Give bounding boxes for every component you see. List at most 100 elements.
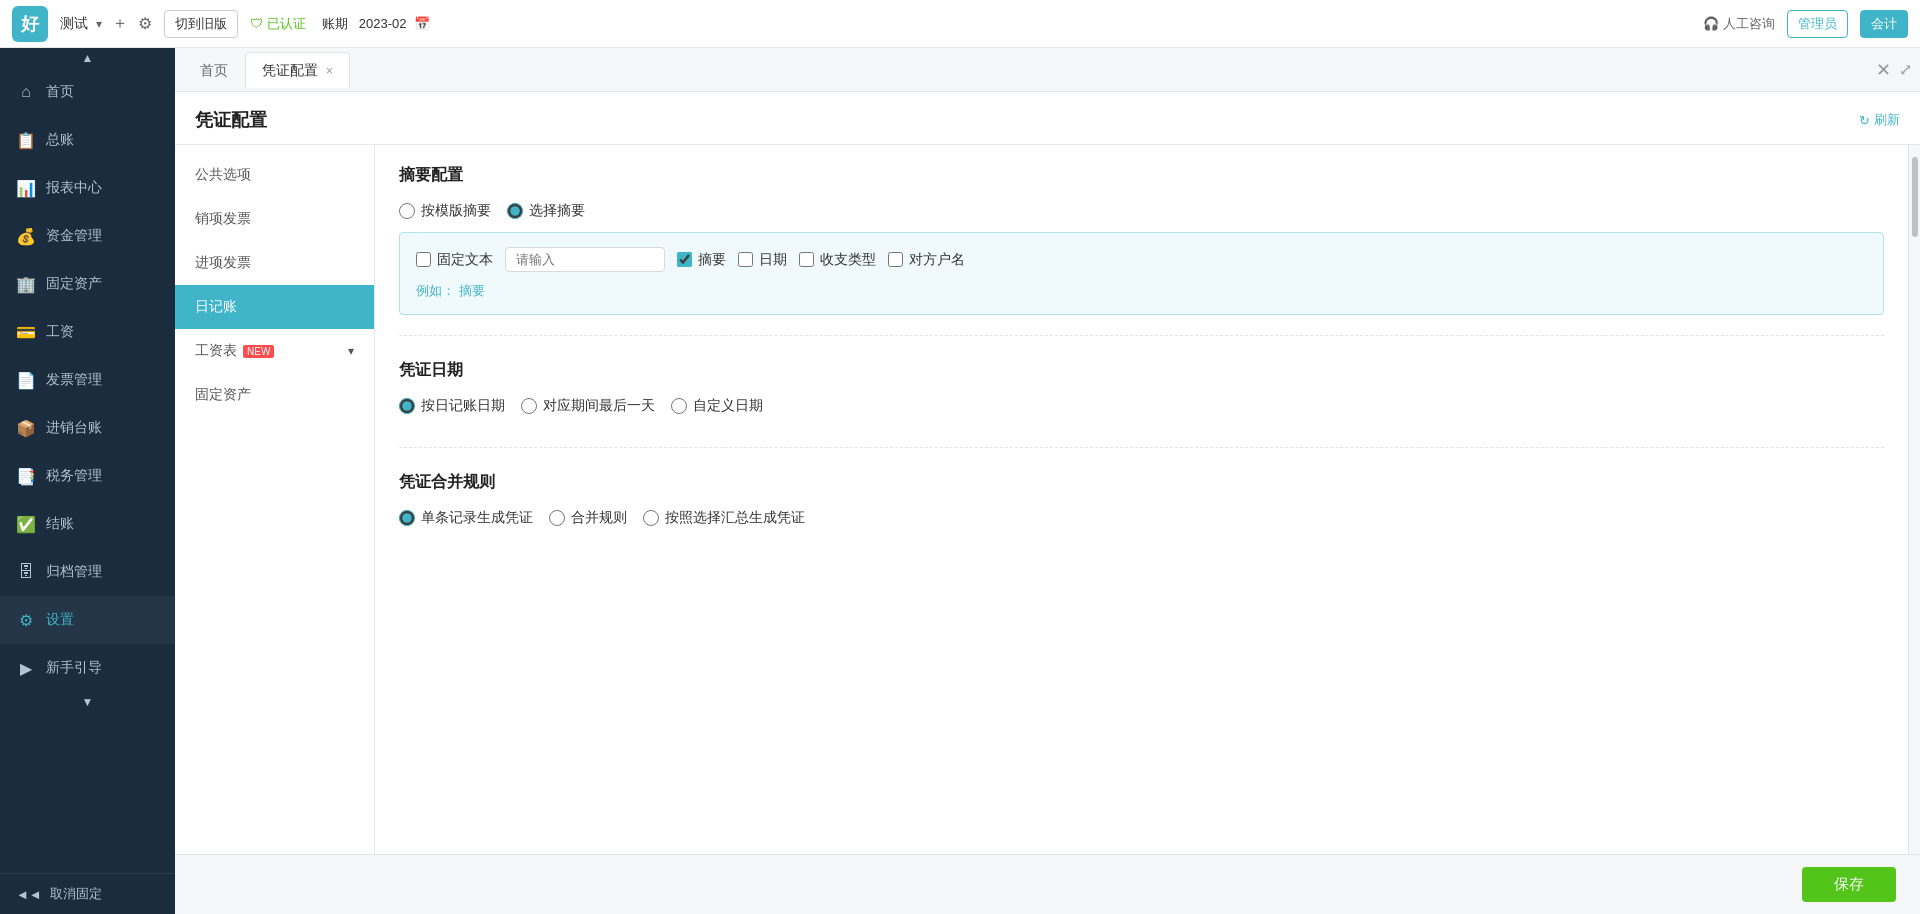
sidebar: ▲ ⌂ 首页 📋 总账 📊 报表中心 💰 资金管理 🏢 固定资产 💳 工资 📄 … xyxy=(0,48,175,914)
sidebar-item-label: 新手引导 xyxy=(46,659,102,677)
checkbox-payment-type-input[interactable] xyxy=(799,252,814,267)
page-content: 凭证配置 ↻ 刷新 公共选项 销项发票 进项发票 xyxy=(175,92,1920,914)
inner-layout: 公共选项 销项发票 进项发票 日记账 工资表 NEW ▾ xyxy=(175,145,1920,854)
tab-home[interactable]: 首页 xyxy=(183,52,245,88)
voucher-date-section: 凭证日期 按日记账日期 对应期间最后一天 xyxy=(399,360,1884,448)
radio-merge-input[interactable] xyxy=(549,510,565,526)
manager-button[interactable]: 管理员 xyxy=(1787,10,1848,38)
sidebar-item-label: 结账 xyxy=(46,515,74,533)
radio-period-last-label[interactable]: 对应期间最后一天 xyxy=(521,397,655,415)
consult-button[interactable]: 🎧 人工咨询 xyxy=(1703,15,1775,33)
fixed-text-input[interactable] xyxy=(505,247,665,272)
header-right: 🎧 人工咨询 管理员 会计 xyxy=(1703,10,1908,38)
gear-icon[interactable]: ⚙ xyxy=(138,14,152,33)
radio-template-label[interactable]: 按模版摘要 xyxy=(399,202,491,220)
radio-merge-text: 合并规则 xyxy=(571,509,627,527)
sidebar-item-ledger[interactable]: 📋 总账 xyxy=(0,116,175,164)
radio-diary-date-text: 按日记账日期 xyxy=(421,397,505,415)
home-icon: ⌂ xyxy=(16,83,36,101)
refresh-button[interactable]: ↻ 刷新 xyxy=(1859,111,1900,129)
page-header: 凭证配置 ↻ 刷新 xyxy=(175,92,1920,145)
sidebar-item-report[interactable]: 📊 报表中心 xyxy=(0,164,175,212)
radio-single-label[interactable]: 单条记录生成凭证 xyxy=(399,509,533,527)
guide-icon: ▶ xyxy=(16,659,36,678)
sidebar-item-fixed-assets[interactable]: 🏢 固定资产 xyxy=(0,260,175,308)
closing-icon: ✅ xyxy=(16,515,36,534)
radio-period-last-input[interactable] xyxy=(521,398,537,414)
radio-merge-label[interactable]: 合并规则 xyxy=(549,509,627,527)
checkbox-counterpart-label[interactable]: 对方户名 xyxy=(888,251,965,269)
sidebar-item-settings[interactable]: ⚙ 设置 xyxy=(0,596,175,644)
sidebar-item-invoice[interactable]: 📄 发票管理 xyxy=(0,356,175,404)
expand-icon[interactable]: ⤢ xyxy=(1899,60,1912,79)
checkbox-payment-type-label[interactable]: 收支类型 xyxy=(799,251,876,269)
add-icon[interactable]: ＋ xyxy=(112,13,128,34)
save-button[interactable]: 保存 xyxy=(1802,867,1896,902)
refresh-icon: ↻ xyxy=(1859,113,1870,128)
sidebar-item-guide[interactable]: ▶ 新手引导 xyxy=(0,644,175,692)
tab-home-label: 首页 xyxy=(200,62,228,80)
sidebar-item-payroll[interactable]: 💳 工资 xyxy=(0,308,175,356)
voucher-merge-row: 单条记录生成凭证 合并规则 按照选择汇总生成凭证 xyxy=(399,509,1884,527)
sidebar-item-closing[interactable]: ✅ 结账 xyxy=(0,500,175,548)
sidebar-item-label: 固定资产 xyxy=(46,275,102,293)
radio-selected-summary-input[interactable] xyxy=(643,510,659,526)
new-badge: NEW xyxy=(243,345,274,358)
ledger-icon: 📋 xyxy=(16,131,36,150)
settings-icon: ⚙ xyxy=(16,611,36,630)
radio-selected-summary-label[interactable]: 按照选择汇总生成凭证 xyxy=(643,509,805,527)
top-header: 好 测试 ▾ ＋ ⚙ 切到旧版 🛡 已认证 账期 2023-02 📅 🎧 人工咨… xyxy=(0,0,1920,48)
sidebar-scroll-down[interactable]: ▼ xyxy=(0,692,175,712)
sidebar-item-capital[interactable]: 💰 资金管理 xyxy=(0,212,175,260)
example-text: 例如： 摘要 xyxy=(416,282,1867,300)
sidebar-item-label: 总账 xyxy=(46,131,74,149)
main-panel: 摘要配置 按模版摘要 选择摘要 xyxy=(375,145,1908,854)
checkbox-counterpart-input[interactable] xyxy=(888,252,903,267)
main-layout: ▲ ⌂ 首页 📋 总账 📊 报表中心 💰 资金管理 🏢 固定资产 💳 工资 📄 … xyxy=(0,48,1920,914)
radio-diary-date-label[interactable]: 按日记账日期 xyxy=(399,397,505,415)
checkbox-summary-input[interactable] xyxy=(677,252,692,267)
right-scrollbar[interactable] xyxy=(1908,145,1920,854)
close-all-tabs-icon[interactable]: ✕ xyxy=(1876,59,1891,81)
sidebar-item-archive[interactable]: 🗄 归档管理 xyxy=(0,548,175,596)
switch-old-version-button[interactable]: 切到旧版 xyxy=(164,10,238,38)
accountant-button[interactable]: 会计 xyxy=(1860,10,1908,38)
sidebar-scroll-up[interactable]: ▲ xyxy=(0,48,175,68)
radio-select-label[interactable]: 选择摘要 xyxy=(507,202,585,220)
nav-item-public[interactable]: 公共选项 xyxy=(175,153,374,197)
dropdown-icon[interactable]: ▾ xyxy=(96,17,102,31)
capital-icon: 💰 xyxy=(16,227,36,246)
shield-icon: 🛡 xyxy=(250,16,263,31)
checkbox-fixed-text-label[interactable]: 固定文本 xyxy=(416,251,493,269)
sidebar-item-home[interactable]: ⌂ 首页 xyxy=(0,68,175,116)
radio-custom-date-label[interactable]: 自定义日期 xyxy=(671,397,763,415)
radio-single-input[interactable] xyxy=(399,510,415,526)
sidebar-item-label: 资金管理 xyxy=(46,227,102,245)
radio-custom-date-input[interactable] xyxy=(671,398,687,414)
nav-item-payroll-table[interactable]: 工资表 NEW ▾ xyxy=(175,329,374,373)
checkbox-date-label[interactable]: 日期 xyxy=(738,251,787,269)
radio-diary-date-input[interactable] xyxy=(399,398,415,414)
sidebar-item-label: 工资 xyxy=(46,323,74,341)
sidebar-bottom: ◄◄ 取消固定 xyxy=(0,873,175,914)
checkbox-date-input[interactable] xyxy=(738,252,753,267)
checkbox-fixed-text-input[interactable] xyxy=(416,252,431,267)
summary-config-section: 摘要配置 按模版摘要 选择摘要 xyxy=(399,165,1884,336)
tab-voucher-config[interactable]: 凭证配置 × xyxy=(245,52,350,88)
nav-item-sales-invoice[interactable]: 销项发票 xyxy=(175,197,374,241)
checkbox-summary-label[interactable]: 摘要 xyxy=(677,251,726,269)
chevron-down-icon: ▾ xyxy=(348,344,354,358)
verified-badge: 🛡 已认证 xyxy=(250,15,306,33)
radio-select-input[interactable] xyxy=(507,203,523,219)
tab-close-icon[interactable]: × xyxy=(326,64,333,78)
nav-item-fixed-assets[interactable]: 固定资产 xyxy=(175,373,374,417)
sidebar-item-label: 首页 xyxy=(46,83,74,101)
radio-template-text: 按模版摘要 xyxy=(421,202,491,220)
sidebar-item-tax[interactable]: 📑 税务管理 xyxy=(0,452,175,500)
summary-radio-row: 按模版摘要 选择摘要 xyxy=(399,202,1884,220)
radio-template-input[interactable] xyxy=(399,203,415,219)
nav-item-diary[interactable]: 日记账 xyxy=(175,285,374,329)
nav-item-purchase-invoice[interactable]: 进项发票 xyxy=(175,241,374,285)
sidebar-item-purchase-sales[interactable]: 📦 进销台账 xyxy=(0,404,175,452)
unpin-button[interactable]: ◄◄ 取消固定 xyxy=(0,874,175,914)
